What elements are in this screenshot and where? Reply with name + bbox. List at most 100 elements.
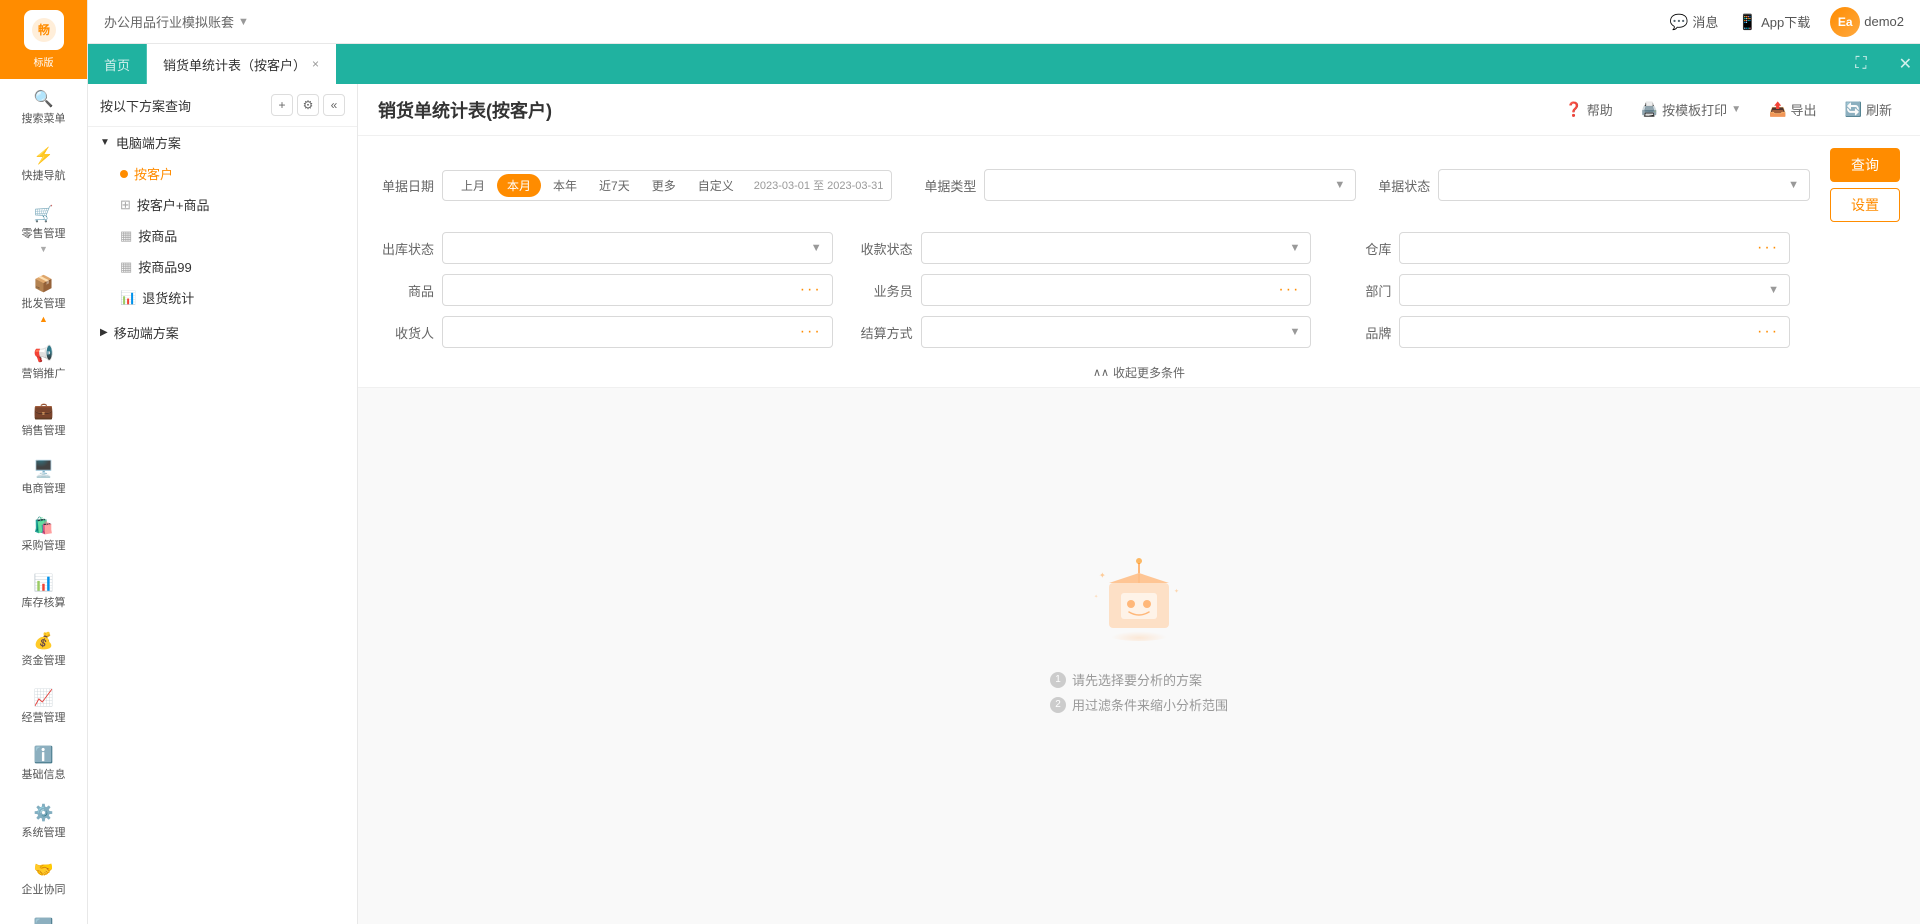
date-filter-group[interactable]: 上月 本月 本年 近7天 更多 自定义 2023-03-01 至 2023-03… xyxy=(442,170,892,201)
tree-item-customer[interactable]: 按客户 xyxy=(88,158,357,189)
report-area: 销货单统计表(按客户) ❓ 帮助 🖨️ 按模板打印 ▼ 📤 导出 xyxy=(358,84,1920,924)
app-download-button[interactable]: 📱 App下载 xyxy=(1738,12,1810,31)
sidebar-item-finance[interactable]: 💰 资金管理 xyxy=(0,621,87,678)
export-label: 导出 xyxy=(1791,100,1817,119)
message-button[interactable]: 💬 消息 xyxy=(1670,12,1719,31)
download-icon: 📱 xyxy=(1738,13,1757,31)
date-btn-more[interactable]: 更多 xyxy=(642,174,686,197)
print-dropdown-icon: ▼ xyxy=(1731,104,1741,115)
sidebar-item-sales[interactable]: 💼 销售管理 xyxy=(0,391,87,448)
sidebar-item-basic[interactable]: ℹ️ 基础信息 xyxy=(0,735,87,792)
collapse-panel-button[interactable]: « xyxy=(323,94,345,116)
tab-report[interactable]: 销货单统计表（按客户） × xyxy=(147,44,336,84)
sidebar-item-label: 基础信息 xyxy=(22,768,66,782)
search-button[interactable]: 查询 xyxy=(1830,148,1900,182)
date-btn-7days[interactable]: 近7天 xyxy=(589,174,640,197)
message-label: 消息 xyxy=(1692,12,1718,31)
svg-text:✦: ✦ xyxy=(1099,571,1106,580)
settings-scheme-button[interactable]: ⚙ xyxy=(297,94,319,116)
settlement-filter[interactable]: ▼ xyxy=(921,316,1312,348)
salesperson-filter[interactable]: ··· xyxy=(921,274,1312,306)
help-label: 帮助 xyxy=(1587,100,1613,119)
tip-text-1: 请先选择要分析的方案 xyxy=(1072,670,1202,689)
tab-bar: 首页 销货单统计表（按客户） × ⛶ ✕ xyxy=(88,44,1920,84)
tree-item-label: 按客户+商品 xyxy=(137,195,210,214)
date-btn-lastmonth[interactable]: 上月 xyxy=(451,174,495,197)
sidebar-item-inventory[interactable]: 📊 库存核算 xyxy=(0,563,87,620)
tab-report-label: 销货单统计表（按客户） xyxy=(163,55,306,74)
sidebar-item-purchase[interactable]: 🛍️ 采购管理 xyxy=(0,506,87,563)
tree-item-goods[interactable]: ▦ 按商品 xyxy=(88,220,357,251)
empty-tip-2: 2 用过滤条件来缩小分析范围 xyxy=(1050,695,1228,714)
warehouse-filter[interactable]: ··· xyxy=(1399,232,1790,264)
tree-arrow-right-icon: ▶ xyxy=(100,327,108,338)
industry-dropdown[interactable]: 办公用品行业模拟账套 ▼ xyxy=(104,12,249,31)
tree-parent-desktop[interactable]: ▼ 电脑端方案 xyxy=(88,127,357,158)
svg-text:✦: ✦ xyxy=(1174,588,1179,595)
app-download-label: App下载 xyxy=(1761,12,1810,31)
username-label: demo2 xyxy=(1864,14,1904,29)
refresh-button[interactable]: 🔄 刷新 xyxy=(1837,96,1900,123)
export-icon: 📤 xyxy=(1769,101,1786,118)
retail-icon: 🛒 xyxy=(34,204,54,224)
sidebar-item-wholesale[interactable]: 📦 批发管理 ▲ xyxy=(0,264,87,334)
sidebar-item-newuser[interactable]: 🆕 新手引导 xyxy=(0,907,87,924)
help-icon: ❓ xyxy=(1565,101,1582,118)
sidebar-item-label: 营销推广 xyxy=(22,367,66,381)
tree-parent-mobile[interactable]: ▶ 移动端方案 xyxy=(88,317,357,348)
collapse-bar[interactable]: ∧∧ 收起更多条件 xyxy=(378,358,1900,387)
sidebar-item-management[interactable]: 📈 经营管理 xyxy=(0,678,87,735)
sidebar-item-label: 销售管理 xyxy=(22,424,66,438)
sidebar-item-search[interactable]: 🔍 搜索菜单 xyxy=(0,79,87,136)
user-profile[interactable]: Ea demo2 xyxy=(1830,7,1904,37)
sidebar-item-label: 资金管理 xyxy=(22,654,66,668)
brand-filter[interactable]: ··· xyxy=(1399,316,1790,348)
basic-icon: ℹ️ xyxy=(34,745,54,765)
recipient-filter[interactable]: ··· xyxy=(442,316,833,348)
message-icon: 💬 xyxy=(1670,13,1689,31)
print-button[interactable]: 🖨️ 按模板打印 ▼ xyxy=(1633,96,1749,123)
dropdown-arrow-icon: ▼ xyxy=(238,16,249,28)
recipient-dots: ··· xyxy=(800,323,822,341)
tree-item-goods99[interactable]: ▦ 按商品99 xyxy=(88,251,357,282)
sidebar-item-label: 经营管理 xyxy=(22,711,66,725)
order-status-filter[interactable]: ▼ xyxy=(1438,169,1810,201)
tree-item-return-stats[interactable]: 📊 退货统计 xyxy=(88,282,357,313)
department-filter[interactable]: ▼ xyxy=(1399,274,1790,306)
svg-text:畅: 畅 xyxy=(37,22,49,37)
date-btn-custom[interactable]: 自定义 xyxy=(688,174,744,197)
receipt-status-arrow: ▼ xyxy=(1289,242,1300,254)
sidebar-item-shortcut[interactable]: ⚡ 快捷导航 xyxy=(0,136,87,193)
close-tab-button[interactable]: ✕ xyxy=(1891,54,1920,74)
out-status-filter[interactable]: ▼ xyxy=(442,232,833,264)
tab-home-label: 首页 xyxy=(104,55,130,74)
goods-filter[interactable]: ··· xyxy=(442,274,833,306)
filter-row-3: 商品 ··· 业务员 ··· 部门 ▼ xyxy=(378,274,1900,306)
tab-home[interactable]: 首页 xyxy=(88,44,147,84)
sidebar-item-ecommerce[interactable]: 🖥️ 电商管理 xyxy=(0,449,87,506)
help-button[interactable]: ❓ 帮助 xyxy=(1557,96,1620,123)
main-area: 办公用品行业模拟账套 ▼ 💬 消息 📱 App下载 Ea demo2 首页 xyxy=(88,0,1920,924)
date-btn-thismonth[interactable]: 本月 xyxy=(497,174,541,197)
receipt-status-filter[interactable]: ▼ xyxy=(921,232,1312,264)
settings-button[interactable]: 设置 xyxy=(1830,188,1900,222)
sidebar-item-system[interactable]: ⚙️ 系统管理 xyxy=(0,793,87,850)
department-label: 部门 xyxy=(1335,281,1391,300)
order-type-arrow: ▼ xyxy=(1334,179,1345,191)
sidebar-item-marketing[interactable]: 📢 营销推广 xyxy=(0,334,87,391)
sidebar-item-enterprise[interactable]: 🤝 企业协同 xyxy=(0,850,87,907)
sidebar-item-label: 库存核算 xyxy=(22,596,66,610)
maximize-button[interactable]: ⛶ xyxy=(1843,55,1878,73)
tab-close-button[interactable]: × xyxy=(312,57,319,71)
date-btn-thisyear[interactable]: 本年 xyxy=(543,174,587,197)
refresh-icon: 🔄 xyxy=(1845,101,1862,118)
side-panel-header: 按以下方案查询 + ⚙ « xyxy=(88,84,357,127)
maximize-icon: ⛶ xyxy=(1855,55,1866,72)
tree-item-customer-goods[interactable]: ⊞ 按客户+商品 xyxy=(88,189,357,220)
export-button[interactable]: 📤 导出 xyxy=(1761,96,1824,123)
finance-icon: 💰 xyxy=(34,631,54,651)
add-scheme-button[interactable]: + xyxy=(271,94,293,116)
sidebar-item-retail[interactable]: 🛒 零售管理 ▼ xyxy=(0,194,87,264)
order-type-filter[interactable]: ▼ xyxy=(984,169,1356,201)
active-indicator xyxy=(120,170,128,178)
